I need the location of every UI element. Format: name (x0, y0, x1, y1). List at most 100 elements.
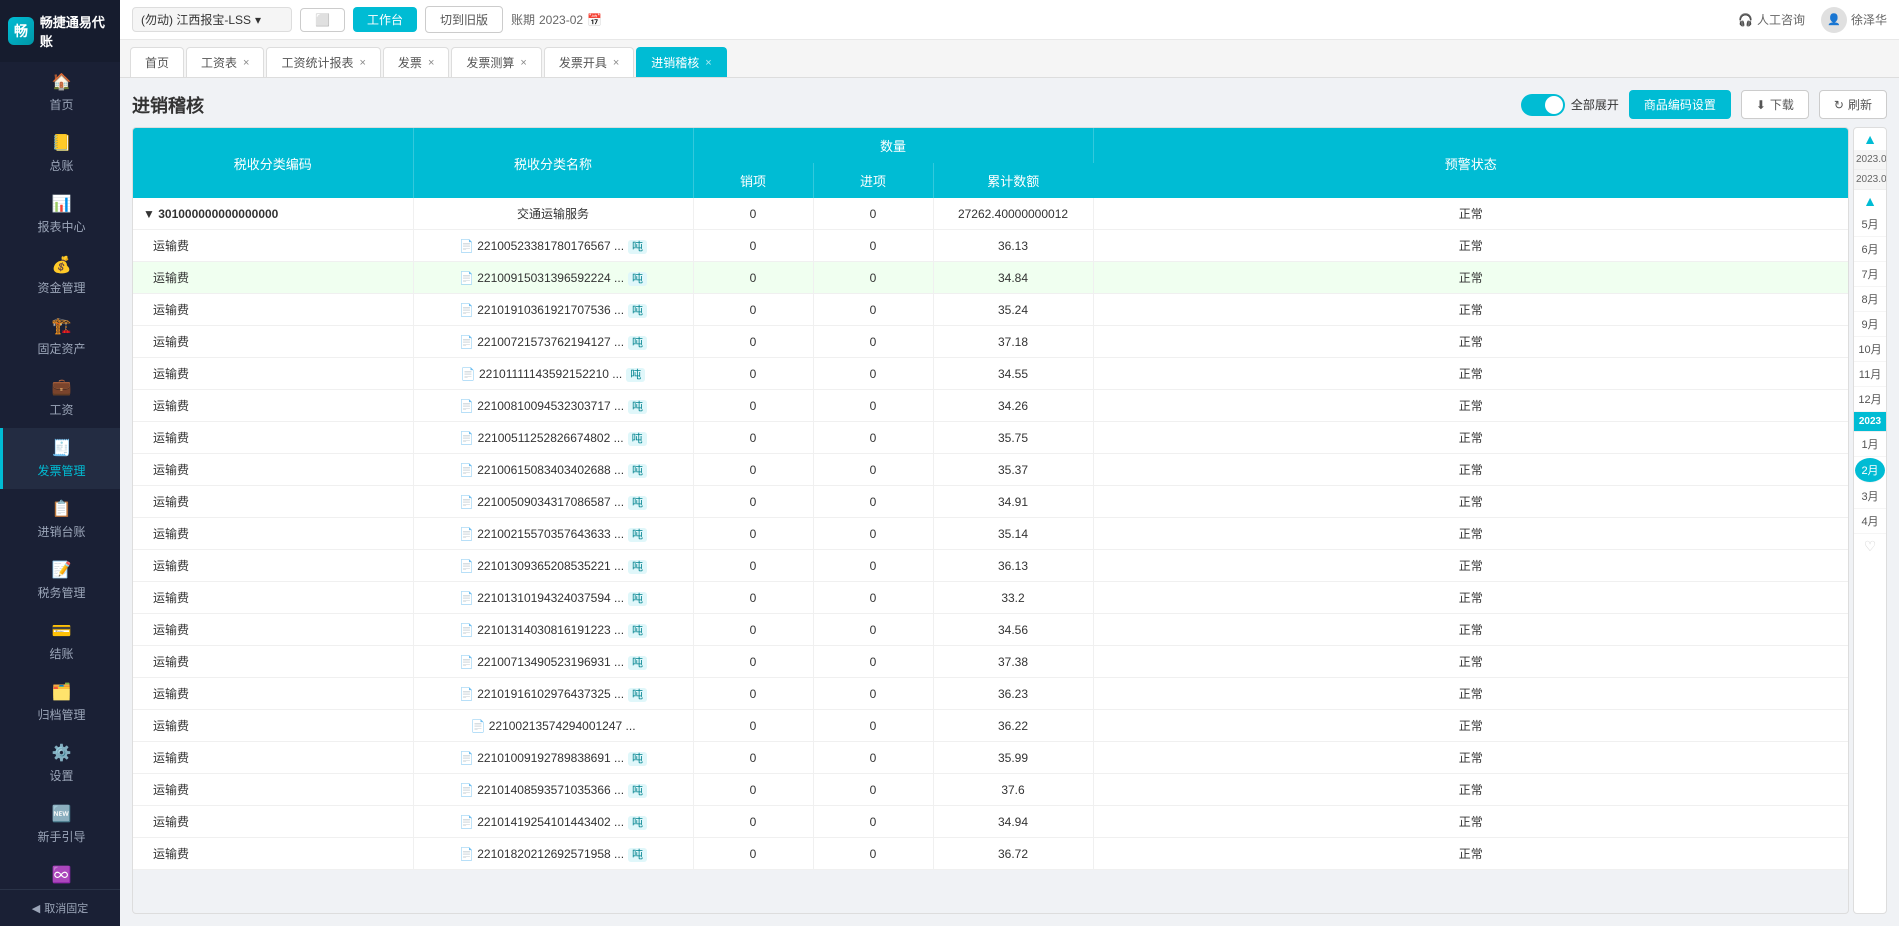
sidebar-item-capital[interactable]: 💰资金管理 (0, 245, 120, 306)
tab-close-invoice[interactable]: × (428, 57, 434, 69)
col-name: 税收分类名称 (413, 128, 693, 198)
name-cell: 运输费 (133, 326, 413, 358)
total-cell: 34.94 (933, 806, 1093, 838)
cal-month-8[interactable]: 8月 (1854, 287, 1886, 312)
purchase-cell: 0 (813, 614, 933, 646)
tab-close-salary[interactable]: × (243, 57, 249, 69)
tab-label-salary-report: 工资统计报表 (281, 54, 353, 71)
file-icon: 📄 (459, 783, 474, 797)
purchase-cell: 0 (813, 262, 933, 294)
sale-cell: 0 (693, 454, 813, 486)
total-cell: 35.37 (933, 454, 1093, 486)
download-btn[interactable]: ⬇ 下载 (1741, 90, 1809, 119)
expand-toggle[interactable] (1521, 94, 1565, 116)
cal-month-11[interactable]: 11月 (1854, 362, 1886, 387)
refresh-btn[interactable]: ↻ 刷新 (1819, 90, 1887, 119)
sale-cell: 0 (693, 710, 813, 742)
cal-nav-up[interactable]: ▲ (1854, 128, 1886, 150)
tab-inout-verify[interactable]: 进销稽核 × (636, 47, 726, 77)
total-cell: 36.13 (933, 230, 1093, 262)
tab-label-invoice-open: 发票开具 (559, 54, 607, 71)
sidebar-item-guide[interactable]: 🆕新手引导 (0, 794, 120, 855)
tab-salary-report[interactable]: 工资统计报表 × (266, 47, 380, 77)
tab-invoice-open[interactable]: 发票开具 × (544, 47, 634, 77)
sidebar-item-report[interactable]: 📊报表中心 (0, 184, 120, 245)
group-total-cell: 27262.40000000012 (933, 198, 1093, 230)
collapse-icon[interactable]: ▼ (143, 207, 158, 221)
total-cell: 34.26 (933, 390, 1093, 422)
tab-salary[interactable]: 工资表 × (186, 47, 264, 77)
file-icon: 📄 (459, 271, 474, 285)
file-icon: 📄 (459, 239, 474, 253)
copy-btn[interactable]: ⬜ (300, 8, 345, 32)
file-icon: 📄 (459, 623, 474, 637)
sidebar-item-invoice-mgmt[interactable]: 🧾发票管理 (0, 428, 120, 489)
sidebar-footer[interactable]: ◀ 取消固定 (0, 889, 120, 926)
sidebar-item-settings[interactable]: ⚙️设置 (0, 733, 120, 794)
sidebar-icon-report: 📊 (52, 194, 72, 214)
group-sale-cell: 0 (693, 198, 813, 230)
sidebar-label-home: 首页 (49, 96, 73, 113)
total-cell: 37.18 (933, 326, 1093, 358)
sale-cell: 0 (693, 614, 813, 646)
status-cell: 正常 (1093, 710, 1848, 742)
cal-month-9[interactable]: 9月 (1854, 312, 1886, 337)
cal-month-10[interactable]: 10月 (1854, 337, 1886, 362)
name-cell: 运输费 (133, 550, 413, 582)
cal-month-1[interactable]: 1月 (1854, 432, 1886, 457)
sidebar-item-settle[interactable]: 💳结账 (0, 611, 120, 672)
cal-month-2-active[interactable]: 2月 (1855, 458, 1885, 483)
total-cell: 34.84 (933, 262, 1093, 294)
purchase-cell: 0 (813, 486, 933, 518)
status-cell: 正常 (1093, 294, 1848, 326)
cal-month-12[interactable]: 12月 (1854, 387, 1886, 412)
sidebar-item-tax[interactable]: 📝税务管理 (0, 550, 120, 611)
workspace-btn[interactable]: 工作台 (353, 7, 417, 32)
sidebar-icon-home: 🏠 (52, 72, 72, 92)
purchase-cell: 0 (813, 358, 933, 390)
cal-nav-up2[interactable]: ▲ (1854, 190, 1886, 212)
purchase-cell: 0 (813, 294, 933, 326)
tab-home[interactable]: 首页 (130, 47, 184, 77)
tab-invoice[interactable]: 发票× (383, 47, 449, 77)
tab-close-invoice-open[interactable]: × (613, 57, 619, 69)
company-selector[interactable]: (勿动) 江西报宝-LSS ▾ (132, 7, 292, 32)
switch-btn[interactable]: 切到旧版 (425, 6, 503, 33)
tab-label-inout-verify: 进销稽核 (651, 54, 699, 71)
cal-month-6[interactable]: 6月 (1854, 237, 1886, 262)
sidebar-item-salary[interactable]: 💼工资 (0, 367, 120, 428)
support-item[interactable]: 🎧 人工咨询 (1738, 11, 1805, 28)
table-row: 运输费 📄 22100915031396592224 ...吨 0 0 34.8… (133, 262, 1848, 294)
table-main[interactable]: 税收分类编码 税收分类名称 数量 预警状态 销项 进项 累计数额 ▼ 30100 (132, 127, 1849, 914)
tab-close-inout-verify[interactable]: × (705, 57, 711, 69)
period-label: 账期 2023-02 📅 (511, 11, 602, 28)
cal-month-7[interactable]: 7月 (1854, 262, 1886, 287)
sidebar-item-assets[interactable]: 🏗️固定资产 (0, 306, 120, 367)
tab-label-salary: 工资表 (201, 54, 237, 71)
name-cell: 运输费 (133, 582, 413, 614)
invoice-cell: 📄 22100509034317086587 ...吨 (413, 486, 693, 518)
sidebar-item-purchase-sales[interactable]: 📋进销台账 (0, 489, 120, 550)
sidebar-item-ledger[interactable]: 📒总账 (0, 123, 120, 184)
tab-close-invoice-calc[interactable]: × (520, 57, 526, 69)
page-title: 进销稽核 (132, 92, 204, 118)
sidebar-item-home[interactable]: 🏠 首页 (0, 62, 120, 123)
sidebar-nav: 🏠 首页 📒总账📊报表中心💰资金管理🏗️固定资产💼工资🧾发票管理📋进销台账📝税务管理… (0, 62, 120, 889)
cal-month-5[interactable]: 5月 (1854, 212, 1886, 237)
tab-invoice-calc[interactable]: 发票测算× (451, 47, 541, 77)
name-cell: 运输费 (133, 390, 413, 422)
file-icon: 📄 (459, 847, 474, 861)
company-name: (勿动) 江西报宝-LSS (141, 11, 251, 28)
settings-btn[interactable]: 商品编码设置 (1629, 90, 1731, 119)
cal-month-3[interactable]: 3月 (1854, 484, 1886, 509)
sidebar-icon-purchase-sales: 📋 (52, 499, 72, 519)
file-icon: 📄 (459, 495, 474, 509)
name-cell: 运输费 (133, 678, 413, 710)
table-row: 运输费 📄 22100213574294001247 ... 0 0 36.22… (133, 710, 1848, 742)
user-item[interactable]: 👤 徐泽华 (1821, 7, 1887, 33)
sidebar-item-archive[interactable]: 🗂️归档管理 (0, 672, 120, 733)
total-cell: 36.72 (933, 838, 1093, 870)
sidebar-item-member[interactable]: ♾️畅会员 (0, 855, 120, 889)
tab-close-salary-report[interactable]: × (359, 57, 365, 69)
cal-month-4[interactable]: 4月 (1854, 509, 1886, 534)
